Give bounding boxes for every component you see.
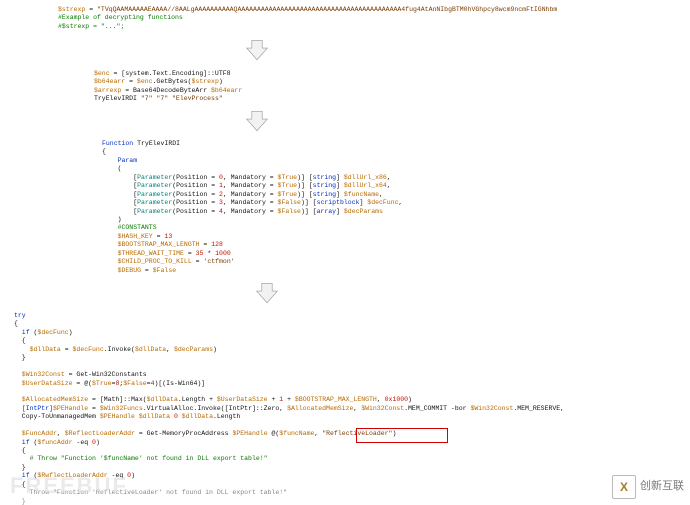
arrow-down-icon bbox=[244, 110, 270, 132]
code-block-4: try { if ($decFunc) { $dllData = $decFun… bbox=[14, 312, 564, 505]
brand-badge: X 创新互联 bbox=[612, 475, 684, 499]
brand-logo-icon: X bbox=[612, 475, 636, 499]
code-block-3: Function TryElevIRDI { Param ( [Paramete… bbox=[102, 140, 402, 275]
arrow-down-icon bbox=[244, 39, 270, 61]
code-block-1: $strexp = "TVqQAAMAAAAAEAAAA//8AALgAAAAA… bbox=[58, 6, 557, 31]
brand-text: 创新互联 bbox=[640, 480, 684, 494]
code-block-2: $enc = [system.Text.Encoding]::UTF8 $b64… bbox=[94, 70, 242, 104]
arrow-down-icon bbox=[254, 282, 280, 304]
highlight-box bbox=[356, 428, 448, 443]
